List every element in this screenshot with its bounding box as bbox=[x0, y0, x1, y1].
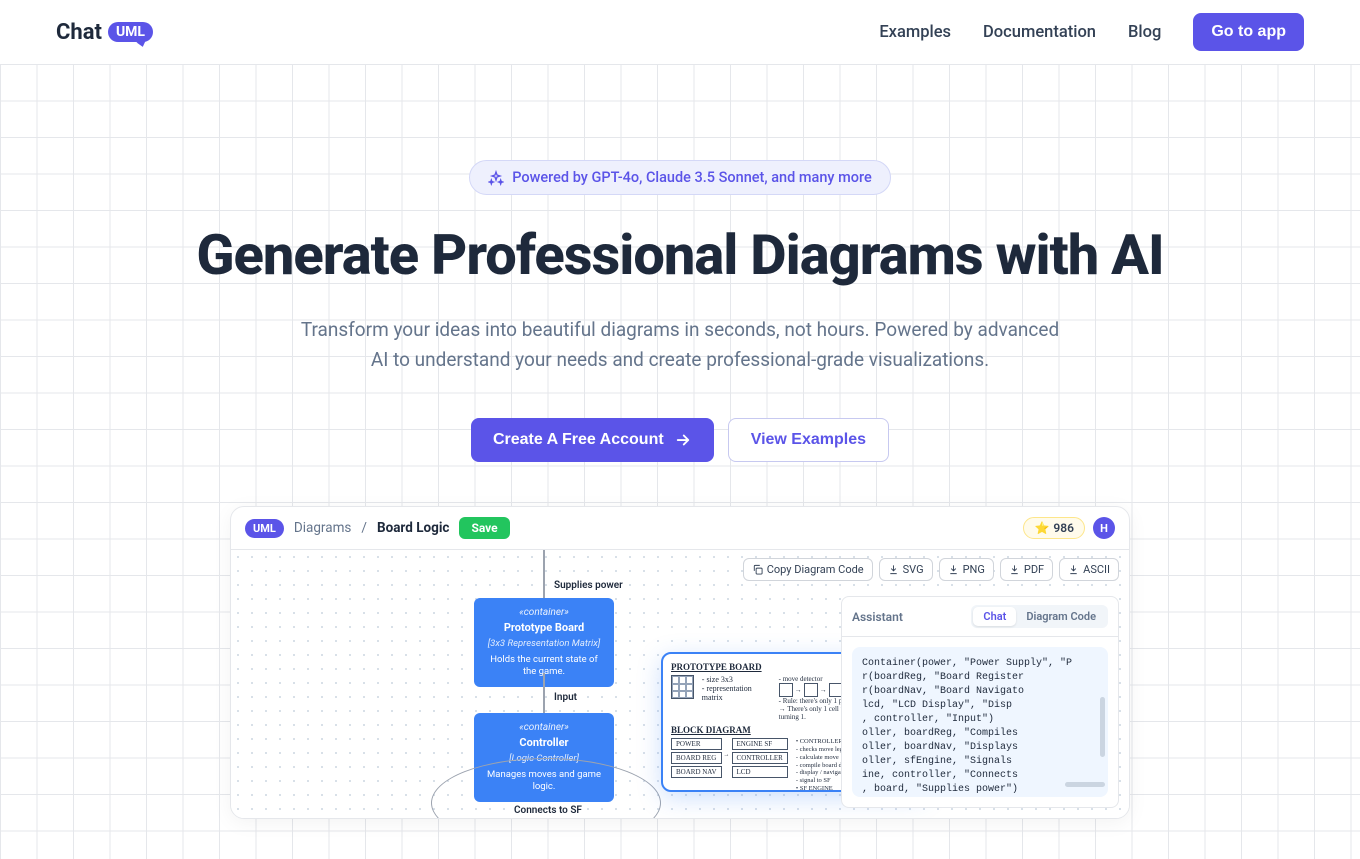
cta-primary-label: Create A Free Account bbox=[493, 431, 664, 449]
export-toolbar: Copy Diagram Code SVG PNG PDF ASCII bbox=[743, 558, 1119, 581]
arrow-right-icon bbox=[674, 431, 692, 449]
download-icon bbox=[888, 564, 899, 575]
nav: Examples Documentation Blog Go to app bbox=[879, 13, 1304, 51]
code-line: , board, "Supplies power") bbox=[862, 783, 1098, 797]
code-line: oller, sfEngine, "Signals bbox=[862, 755, 1098, 769]
edge-label-power: Supplies power bbox=[551, 580, 626, 591]
header: Chat UML Examples Documentation Blog Go t… bbox=[0, 0, 1360, 64]
export-pdf-button[interactable]: PDF bbox=[1000, 558, 1053, 581]
sidebar-tabs: Chat Diagram Code bbox=[971, 605, 1108, 628]
download-icon bbox=[1009, 564, 1020, 575]
edge-label-connects: Connects to SF bbox=[511, 805, 585, 816]
sidebar-title: Assistant bbox=[852, 610, 903, 624]
tab-chat[interactable]: Chat bbox=[973, 607, 1016, 626]
code-line: , controller, "Input") bbox=[862, 713, 1098, 727]
view-examples-button[interactable]: View Examples bbox=[728, 418, 889, 462]
logo-text: Chat bbox=[56, 20, 102, 45]
tab-diagram-code[interactable]: Diagram Code bbox=[1016, 607, 1106, 626]
star-icon: ⭐ bbox=[1034, 521, 1049, 535]
download-icon bbox=[1068, 564, 1079, 575]
code-line: lcd, "LCD Display", "Disp bbox=[862, 699, 1098, 713]
badge-text: Powered by GPT-4o, Claude 3.5 Sonnet, an… bbox=[512, 169, 871, 186]
download-icon bbox=[948, 564, 959, 575]
scrollbar-vertical[interactable] bbox=[1100, 697, 1105, 757]
code-line: Container(power, "Power Supply", "P bbox=[862, 657, 1098, 671]
app-screenshot: UML Diagrams / Board Logic Save ⭐ 986 H … bbox=[230, 506, 1130, 819]
export-ascii-button[interactable]: ASCII bbox=[1059, 558, 1119, 581]
cta-row: Create A Free Account View Examples bbox=[150, 418, 1210, 462]
edge-label-input: Input bbox=[551, 692, 580, 703]
avatar[interactable]: H bbox=[1093, 517, 1115, 539]
export-png-button[interactable]: PNG bbox=[939, 558, 994, 581]
nav-cta-button[interactable]: Go to app bbox=[1193, 13, 1304, 51]
code-line: r(boardReg, "Board Register bbox=[862, 671, 1098, 685]
code-preview: Container(power, "Power Supply", "Pr(boa… bbox=[852, 647, 1108, 797]
powered-by-badge: Powered by GPT-4o, Claude 3.5 Sonnet, an… bbox=[469, 160, 890, 195]
code-line: r(boardNav, "Board Navigato bbox=[862, 685, 1098, 699]
breadcrumb-current: Board Logic bbox=[377, 520, 449, 536]
screenshot-canvas: Copy Diagram Code SVG PNG PDF ASCII Supp… bbox=[231, 550, 1129, 818]
screenshot-topbar: UML Diagrams / Board Logic Save ⭐ 986 H bbox=[231, 507, 1129, 550]
copy-icon bbox=[752, 564, 763, 575]
create-account-button[interactable]: Create A Free Account bbox=[471, 418, 714, 462]
copy-code-button[interactable]: Copy Diagram Code bbox=[743, 558, 873, 581]
nav-examples[interactable]: Examples bbox=[879, 23, 951, 42]
code-line: oller, boardReg, "Compiles bbox=[862, 727, 1098, 741]
uml-badge: UML bbox=[245, 519, 284, 538]
hero-subtitle: Transform your ideas into beautiful diag… bbox=[290, 315, 1070, 374]
hero: Powered by GPT-4o, Claude 3.5 Sonnet, an… bbox=[130, 160, 1230, 462]
credits-pill[interactable]: ⭐ 986 bbox=[1023, 517, 1085, 539]
sparkle-icon bbox=[488, 170, 504, 186]
nav-blog[interactable]: Blog bbox=[1128, 23, 1161, 42]
export-svg-button[interactable]: SVG bbox=[879, 558, 933, 581]
save-button[interactable]: Save bbox=[459, 517, 509, 539]
code-line: oller, boardNav, "Displays bbox=[862, 741, 1098, 755]
code-line: ine, controller, "Connects bbox=[862, 769, 1098, 783]
nav-docs[interactable]: Documentation bbox=[983, 23, 1096, 42]
assistant-sidebar: Assistant Chat Diagram Code Container(po… bbox=[841, 596, 1119, 808]
hero-heading: Generate Professional Diagrams with AI bbox=[150, 223, 1210, 287]
scrollbar-horizontal[interactable] bbox=[1065, 782, 1105, 787]
credits-value: 986 bbox=[1053, 521, 1074, 535]
logo[interactable]: Chat UML bbox=[56, 20, 153, 45]
breadcrumb-root: Diagrams bbox=[294, 520, 352, 536]
logo-bubble: UML bbox=[108, 22, 153, 42]
